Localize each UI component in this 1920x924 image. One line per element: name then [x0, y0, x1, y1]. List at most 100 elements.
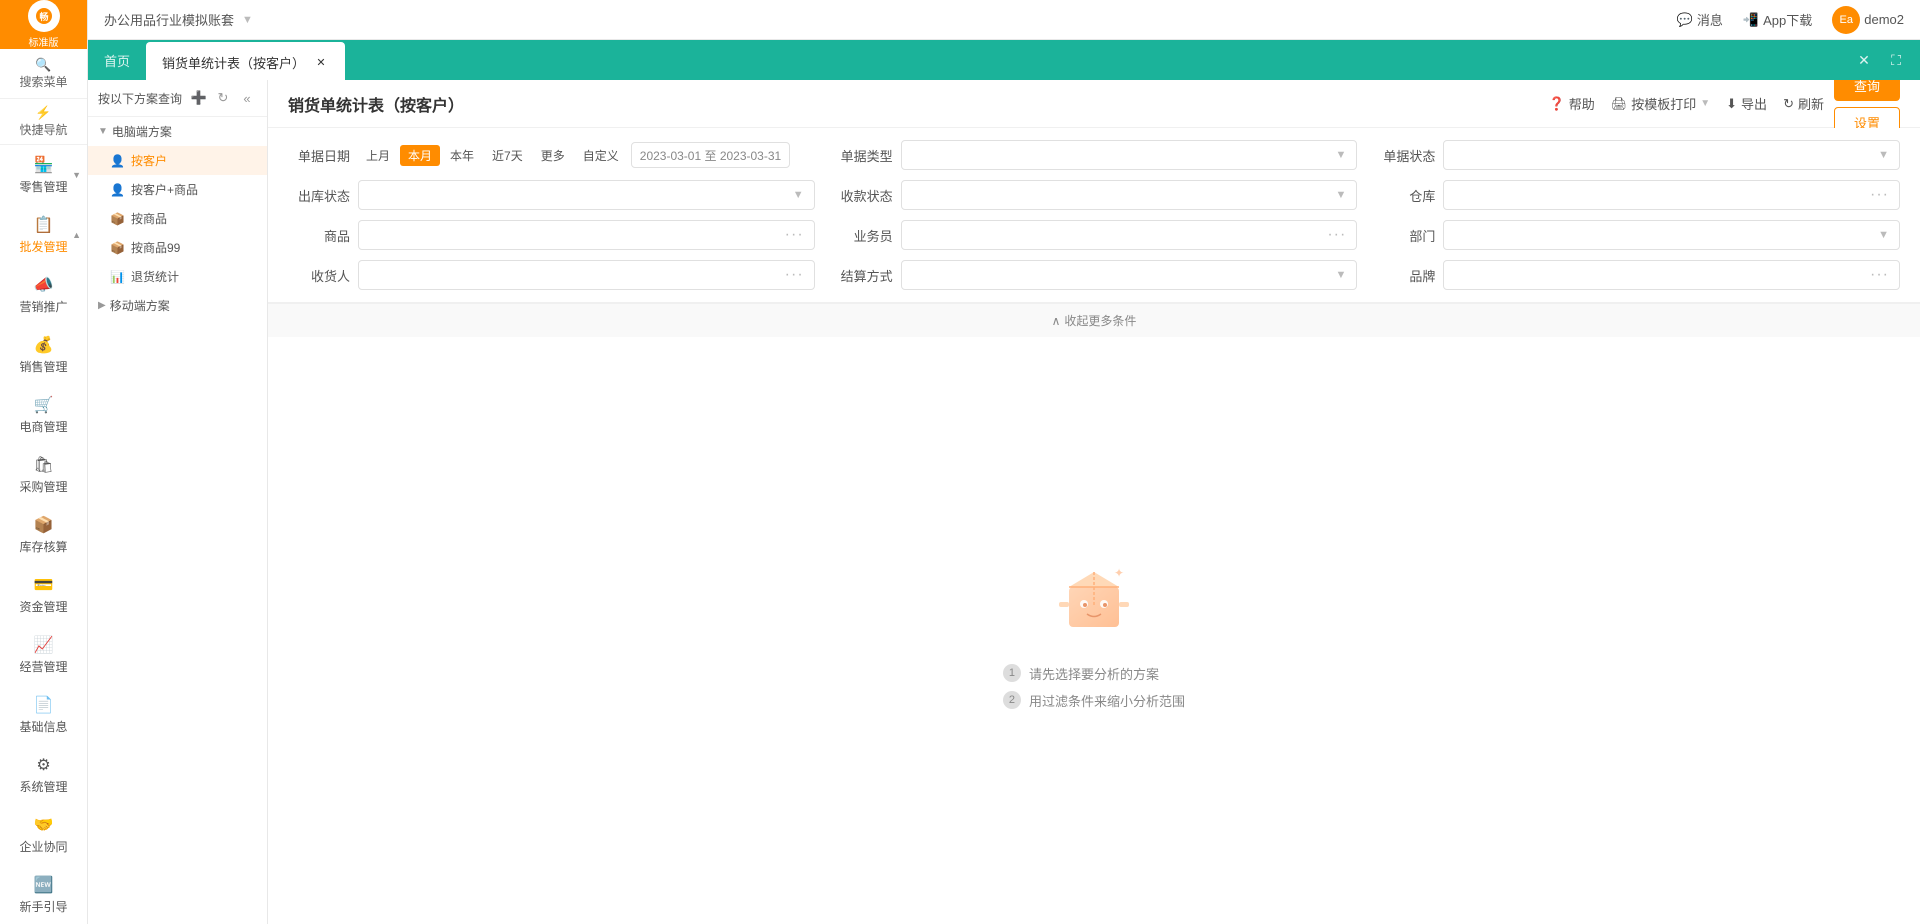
user-menu[interactable]: Ea demo2	[1832, 6, 1904, 34]
tab-sales-stats-label: 销货单统计表（按客户）	[162, 53, 305, 72]
date-range-display[interactable]: 2023-03-01 至 2023-03-31	[631, 142, 790, 168]
return-stats-label: 退货统计	[131, 268, 179, 285]
refresh-label: 刷新	[1798, 94, 1824, 113]
right-panel: 销货单统计表（按客户） ❓ 帮助 🖨 按模板打印 ▼ ⬇ 导出	[268, 80, 1920, 924]
template-print-btn[interactable]: 🖨 按模板打印 ▼	[1611, 94, 1710, 113]
salesman-select[interactable]: ···	[901, 220, 1358, 250]
empty-tip-1: 1 请先选择要分析的方案	[1003, 664, 1185, 683]
receiver-select[interactable]: ···	[358, 260, 815, 290]
refresh-schema-btn[interactable]: ↻	[213, 88, 233, 108]
doc-status-select[interactable]: ▼	[1443, 140, 1900, 170]
date-tab-this-year[interactable]: 本年	[442, 145, 482, 166]
purchase-icon: 🛍	[33, 455, 53, 475]
query-button[interactable]: 查询	[1834, 80, 1900, 101]
app-download-btn[interactable]: 📲 App下载	[1743, 10, 1812, 29]
schema-item-by-customer-goods[interactable]: 👤 按客户+商品	[88, 175, 267, 204]
receiver-label: 收货人	[288, 266, 358, 285]
sidebar-item-marketing[interactable]: 📣 营销推广	[0, 265, 87, 325]
app-title: 办公用品行业模拟账套	[104, 10, 234, 29]
schema-group-desktop-title[interactable]: ▼ 电脑端方案	[88, 117, 267, 146]
sidebar-item-enterprise[interactable]: 🤝 企业协同	[0, 805, 87, 865]
sidebar-item-operations[interactable]: 📈 经营管理	[0, 625, 87, 685]
quick-nav[interactable]: ⚡ 快捷导航	[0, 99, 87, 145]
out-status-label: 出库状态	[288, 186, 358, 205]
goods-label: 商品	[288, 226, 358, 245]
top-bar: 办公用品行业模拟账套 ▼ 💬 消息 📲 App下载 Ea demo2	[88, 0, 1920, 40]
sidebar-item-sales[interactable]: 💰 销售管理	[0, 325, 87, 385]
collapse-up-icon: ∧	[1052, 314, 1061, 328]
sidebar-item-retail[interactable]: 🏪 零售管理 ▼	[0, 145, 87, 205]
schema-item-by-customer[interactable]: 👤 按客户	[88, 146, 267, 175]
tip-2-text: 用过滤条件来缩小分析范围	[1029, 691, 1185, 710]
filter-area: 单据日期 上月 本月 本年 近7天 更多 自定义 2023-03-01 至 20…	[268, 128, 1920, 303]
date-tab-7days[interactable]: 近7天	[484, 145, 531, 166]
sidebar-item-finance[interactable]: 💳 资金管理	[0, 565, 87, 625]
schema-group-desktop-label: 电脑端方案	[112, 123, 172, 140]
goods-dots: ···	[785, 226, 804, 244]
print-dropdown-icon: ▼	[1700, 98, 1710, 109]
sidebar-item-system[interactable]: ⚙ 系统管理	[0, 745, 87, 805]
doc-type-arrow: ▼	[1335, 149, 1346, 161]
sidebar-item-wholesale[interactable]: 📋 批发管理 ▲	[0, 205, 87, 265]
export-btn[interactable]: ⬇ 导出	[1726, 94, 1767, 113]
warehouse-select[interactable]: ···	[1443, 180, 1900, 210]
schema-item-by-goods-99[interactable]: 📦 按商品99	[88, 233, 267, 262]
schema-header: 按以下方案查询 ➕ ↻ «	[88, 80, 267, 117]
doc-type-select[interactable]: ▼	[901, 140, 1358, 170]
system-icon: ⚙	[36, 755, 50, 775]
tip-1-num: 1	[1003, 664, 1021, 682]
sidebar-item-inventory[interactable]: 📦 库存核算	[0, 505, 87, 565]
salesman-label: 业务员	[831, 226, 901, 245]
tab-sales-stats[interactable]: 销货单统计表（按客户） ✕	[146, 42, 345, 82]
date-tab-more[interactable]: 更多	[533, 145, 573, 166]
brand-dots: ···	[1870, 266, 1889, 284]
tab-close-btn[interactable]: ✕	[313, 54, 329, 70]
sidebar-item-ecommerce[interactable]: 🛒 电商管理	[0, 385, 87, 445]
svg-text:畅: 畅	[39, 11, 48, 22]
top-bar-right: 💬 消息 📲 App下载 Ea demo2	[1677, 6, 1904, 34]
app-download-label: App下载	[1763, 10, 1812, 29]
user-name: demo2	[1864, 12, 1904, 27]
message-btn[interactable]: 💬 消息	[1677, 10, 1723, 29]
filter-salesman: 业务员 ···	[831, 220, 1358, 250]
collapse-btn[interactable]: ∧ 收起更多条件	[268, 303, 1920, 337]
add-schema-btn[interactable]: ➕	[189, 88, 209, 108]
dept-select[interactable]: ▼	[1443, 220, 1900, 250]
tab-home[interactable]: 首页	[88, 40, 146, 80]
sidebar-item-guide[interactable]: 🆕 新手引导	[0, 865, 87, 924]
date-tab-this-month[interactable]: 本月	[400, 145, 440, 166]
tab-expand-btn[interactable]: ⛶	[1884, 48, 1908, 72]
sidebar-item-basic-info[interactable]: 📄 基础信息	[0, 685, 87, 745]
logo-icon: 畅	[28, 0, 60, 32]
receipt-status-select[interactable]: ▼	[901, 180, 1358, 210]
schema-item-return-stats[interactable]: 📊 退货统计	[88, 262, 267, 291]
settle-select[interactable]: ▼	[901, 260, 1358, 290]
dept-arrow: ▼	[1878, 229, 1889, 241]
brand-select[interactable]: ···	[1443, 260, 1900, 290]
by-customer-goods-label: 按客户+商品	[131, 181, 198, 198]
refresh-btn[interactable]: ↻ 刷新	[1783, 94, 1824, 113]
sidebar-item-basic-info-label: 基础信息	[19, 718, 67, 735]
guide-icon: 🆕	[34, 875, 54, 895]
collapse-schema-btn[interactable]: «	[237, 88, 257, 108]
sidebar-item-enterprise-label: 企业协同	[19, 838, 67, 855]
date-tab-custom[interactable]: 自定义	[575, 145, 627, 166]
sidebar-item-guide-label: 新手引导	[19, 898, 67, 915]
schema-group-mobile-title[interactable]: ▶ 移动端方案	[88, 291, 267, 320]
by-goods-icon: 📦	[110, 212, 125, 226]
tab-close-all-btn[interactable]: ✕	[1852, 48, 1876, 72]
date-tab-last-month[interactable]: 上月	[358, 145, 398, 166]
search-menu[interactable]: 🔍 搜索菜单	[0, 49, 87, 99]
ecommerce-icon: 🛒	[34, 395, 54, 415]
wholesale-icon: 📋	[34, 215, 54, 235]
out-status-select[interactable]: ▼	[358, 180, 815, 210]
date-tabs: 上月 本月 本年 近7天 更多 自定义	[358, 145, 627, 166]
schema-item-by-goods[interactable]: 📦 按商品	[88, 204, 267, 233]
inventory-icon: 📦	[34, 515, 54, 535]
schema-group-desktop: ▼ 电脑端方案 👤 按客户 👤 按客户+商品 📦 按商品 📦 按商品	[88, 117, 267, 291]
sidebar-item-purchase[interactable]: 🛍 采购管理	[0, 445, 87, 505]
goods-select[interactable]: ···	[358, 220, 815, 250]
doc-type-label: 单据类型	[831, 146, 901, 165]
export-icon: ⬇	[1726, 96, 1737, 112]
help-btn[interactable]: ❓ 帮助	[1549, 94, 1595, 113]
